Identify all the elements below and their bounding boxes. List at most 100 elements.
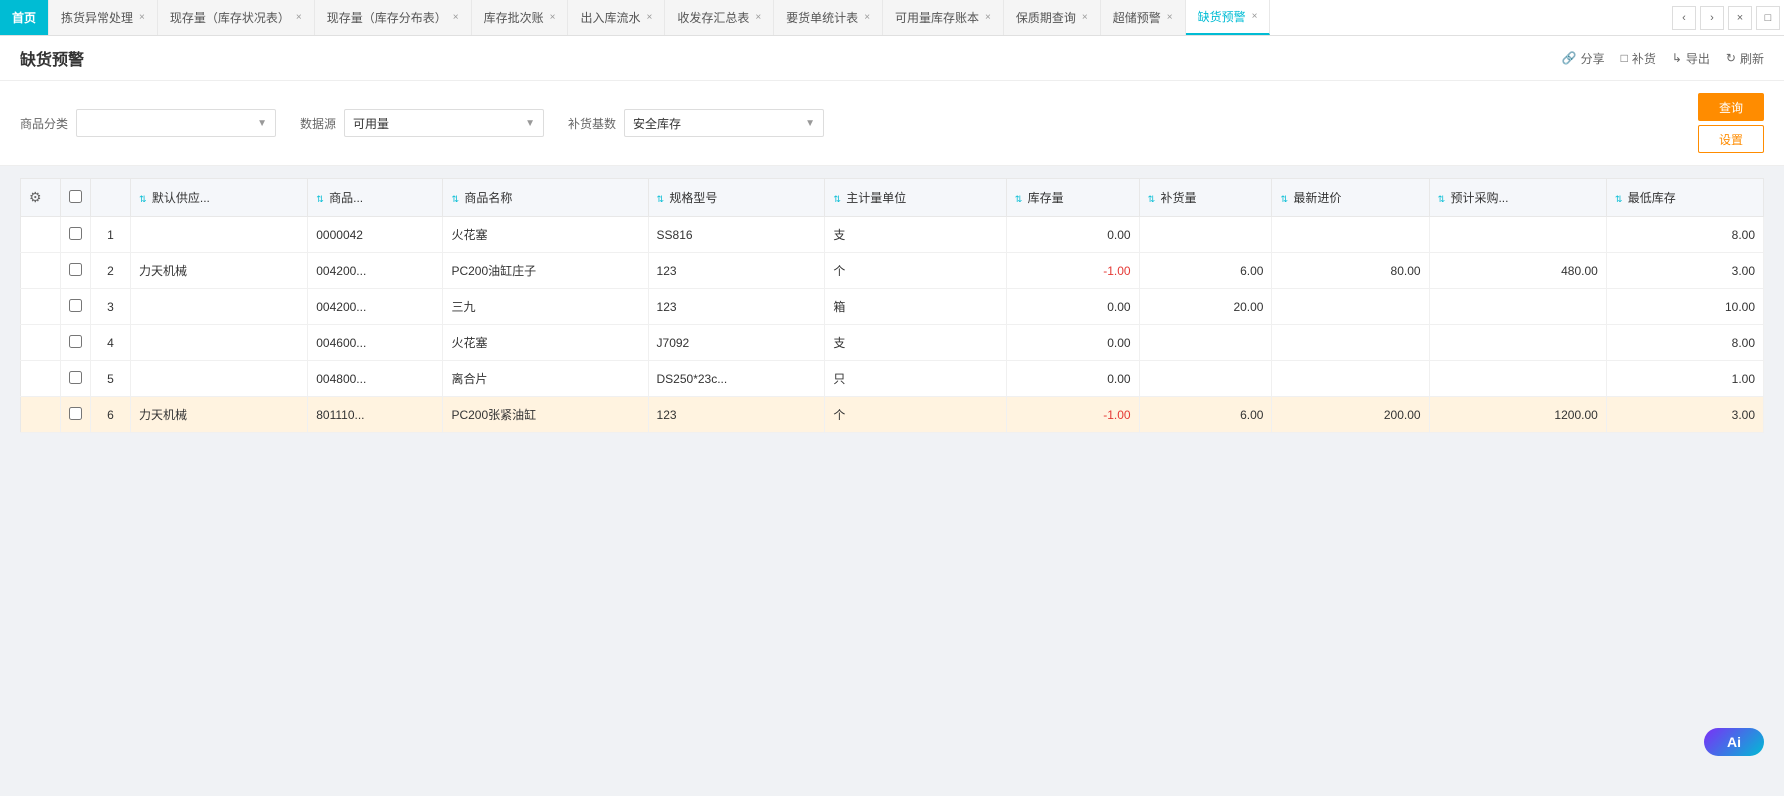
tab-close-11[interactable]: × — [1252, 11, 1258, 22]
row-est-1: 480.00 — [1429, 253, 1606, 289]
tab-nav-buttons: ‹ › × □ — [1668, 6, 1784, 30]
row-checkbox-1[interactable] — [69, 263, 82, 276]
table-row: 2 力天机械 004200... PC200油缸庄子 123 个 -1.00 6… — [21, 253, 1764, 289]
row-settings-0 — [21, 217, 61, 253]
query-button[interactable]: 查询 — [1698, 93, 1764, 121]
th-min-stock[interactable]: ⇅ 最低库存 — [1606, 179, 1763, 217]
row-replenish-0 — [1139, 217, 1272, 253]
datasource-chevron-icon: ▼ — [525, 118, 535, 129]
row-min-stock-3: 8.00 — [1606, 325, 1763, 361]
replenish-base-filter-group: 补货基数 安全库存 ▼ — [568, 109, 824, 137]
row-supplier-5: 力天机械 — [131, 397, 308, 433]
export-button[interactable]: ↳ 导出 — [1672, 50, 1710, 67]
row-price-1: 80.00 — [1272, 253, 1429, 289]
th-default-supplier[interactable]: ⇅ 默认供应... — [131, 179, 308, 217]
row-supplier-1: 力天机械 — [131, 253, 308, 289]
row-min-stock-4: 1.00 — [1606, 361, 1763, 397]
th-est-purchase[interactable]: ⇅ 预计采购... — [1429, 179, 1606, 217]
row-stock-1: -1.00 — [1006, 253, 1139, 289]
row-price-2 — [1272, 289, 1429, 325]
row-num-2: 3 — [91, 289, 131, 325]
row-code-0: 0000042 — [308, 217, 443, 253]
row-name-1: PC200油缸庄子 — [443, 253, 648, 289]
settings-button[interactable]: 设置 — [1698, 125, 1764, 153]
tab-2[interactable]: 现存量（库存状况表） × — [158, 0, 315, 35]
datasource-label: 数据源 — [300, 115, 336, 132]
replenish-button[interactable]: □ 补货 — [1621, 50, 1656, 67]
tab-close-all[interactable]: × — [1728, 6, 1752, 30]
row-code-1: 004200... — [308, 253, 443, 289]
table-header-row: ⚙ ⇅ 默认供应... ⇅ 商品... ⇅ 商品名称 — [21, 179, 1764, 217]
page-title: 缺货预警 — [20, 46, 84, 70]
tab-maximize[interactable]: □ — [1756, 6, 1780, 30]
tab-8[interactable]: 可用量库存账本 × — [883, 0, 1004, 35]
tab-close-1[interactable]: × — [139, 12, 145, 23]
row-stock-3: 0.00 — [1006, 325, 1139, 361]
tab-scroll-left[interactable]: ‹ — [1672, 6, 1696, 30]
tab-close-6[interactable]: × — [755, 12, 761, 23]
row-replenish-5: 6.00 — [1139, 397, 1272, 433]
header-actions: 🔗 分享 □ 补货 ↳ 导出 ↻ 刷新 — [1562, 50, 1764, 67]
share-button[interactable]: 🔗 分享 — [1562, 50, 1605, 67]
tab-3[interactable]: 现存量（库存分布表） × — [315, 0, 472, 35]
tab-4[interactable]: 库存批次账 × — [472, 0, 569, 35]
th-replenish-qty[interactable]: ⇅ 补货量 — [1139, 179, 1272, 217]
tab-1[interactable]: 拣货异常处理 × — [49, 0, 158, 35]
tab-close-5[interactable]: × — [646, 12, 652, 23]
row-settings-2 — [21, 289, 61, 325]
th-product-name[interactable]: ⇅ 商品名称 — [443, 179, 648, 217]
tab-close-4[interactable]: × — [550, 12, 556, 23]
replenish-base-select[interactable]: 安全库存 ▼ — [624, 109, 824, 137]
ai-badge[interactable]: Ai — [1704, 728, 1764, 756]
tab-close-10[interactable]: × — [1167, 12, 1173, 23]
row-supplier-0 — [131, 217, 308, 253]
th-spec[interactable]: ⇅ 规格型号 — [648, 179, 825, 217]
tab-close-3[interactable]: × — [453, 12, 459, 23]
th-latest-price[interactable]: ⇅ 最新进价 — [1272, 179, 1429, 217]
row-checkbox-0[interactable] — [69, 227, 82, 240]
page-header: 缺货预警 🔗 分享 □ 补货 ↳ 导出 ↻ 刷新 — [0, 36, 1784, 81]
th-product-code[interactable]: ⇅ 商品... — [308, 179, 443, 217]
row-unit-4: 只 — [825, 361, 1006, 397]
sort-icon-price: ⇅ — [1280, 194, 1288, 204]
replenish-base-label: 补货基数 — [568, 115, 616, 132]
tab-close-7[interactable]: × — [864, 12, 870, 23]
row-code-3: 004600... — [308, 325, 443, 361]
tab-9[interactable]: 保质期查询 × — [1004, 0, 1101, 35]
tab-11[interactable]: 缺货预警 × — [1186, 0, 1271, 35]
tab-close-2[interactable]: × — [296, 12, 302, 23]
th-unit[interactable]: ⇅ 主计量单位 — [825, 179, 1006, 217]
sort-icon-supplier: ⇅ — [139, 194, 147, 204]
row-min-stock-0: 8.00 — [1606, 217, 1763, 253]
row-settings-4 — [21, 361, 61, 397]
refresh-button[interactable]: ↻ 刷新 — [1726, 50, 1764, 67]
th-row-num — [91, 179, 131, 217]
tab-close-9[interactable]: × — [1082, 12, 1088, 23]
column-settings-icon[interactable]: ⚙ — [29, 189, 42, 205]
row-checkbox-2[interactable] — [69, 299, 82, 312]
row-name-3: 火花塞 — [443, 325, 648, 361]
tab-6[interactable]: 收发存汇总表 × — [665, 0, 774, 35]
tab-close-8[interactable]: × — [985, 12, 991, 23]
tab-scroll-right[interactable]: › — [1700, 6, 1724, 30]
row-spec-5: 123 — [648, 397, 825, 433]
tab-5[interactable]: 出入库流水 × — [568, 0, 665, 35]
row-num-0: 1 — [91, 217, 131, 253]
th-stock[interactable]: ⇅ 库存量 — [1006, 179, 1139, 217]
row-stock-0: 0.00 — [1006, 217, 1139, 253]
tab-10[interactable]: 超储预警 × — [1101, 0, 1186, 35]
row-checkbox-cell-4 — [61, 361, 91, 397]
row-price-0 — [1272, 217, 1429, 253]
category-select[interactable]: ▼ — [76, 109, 276, 137]
th-settings: ⚙ — [21, 179, 61, 217]
tab-home[interactable]: 首页 — [0, 0, 49, 35]
select-all-checkbox[interactable] — [69, 190, 82, 203]
row-checkbox-5[interactable] — [69, 407, 82, 420]
row-checkbox-4[interactable] — [69, 371, 82, 384]
tab-bar: 首页 拣货异常处理 × 现存量（库存状况表） × 现存量（库存分布表） × 库存… — [0, 0, 1784, 36]
row-checkbox-3[interactable] — [69, 335, 82, 348]
tab-7[interactable]: 要货单统计表 × — [774, 0, 883, 35]
row-unit-1: 个 — [825, 253, 1006, 289]
datasource-select[interactable]: 可用量 ▼ — [344, 109, 544, 137]
row-price-4 — [1272, 361, 1429, 397]
